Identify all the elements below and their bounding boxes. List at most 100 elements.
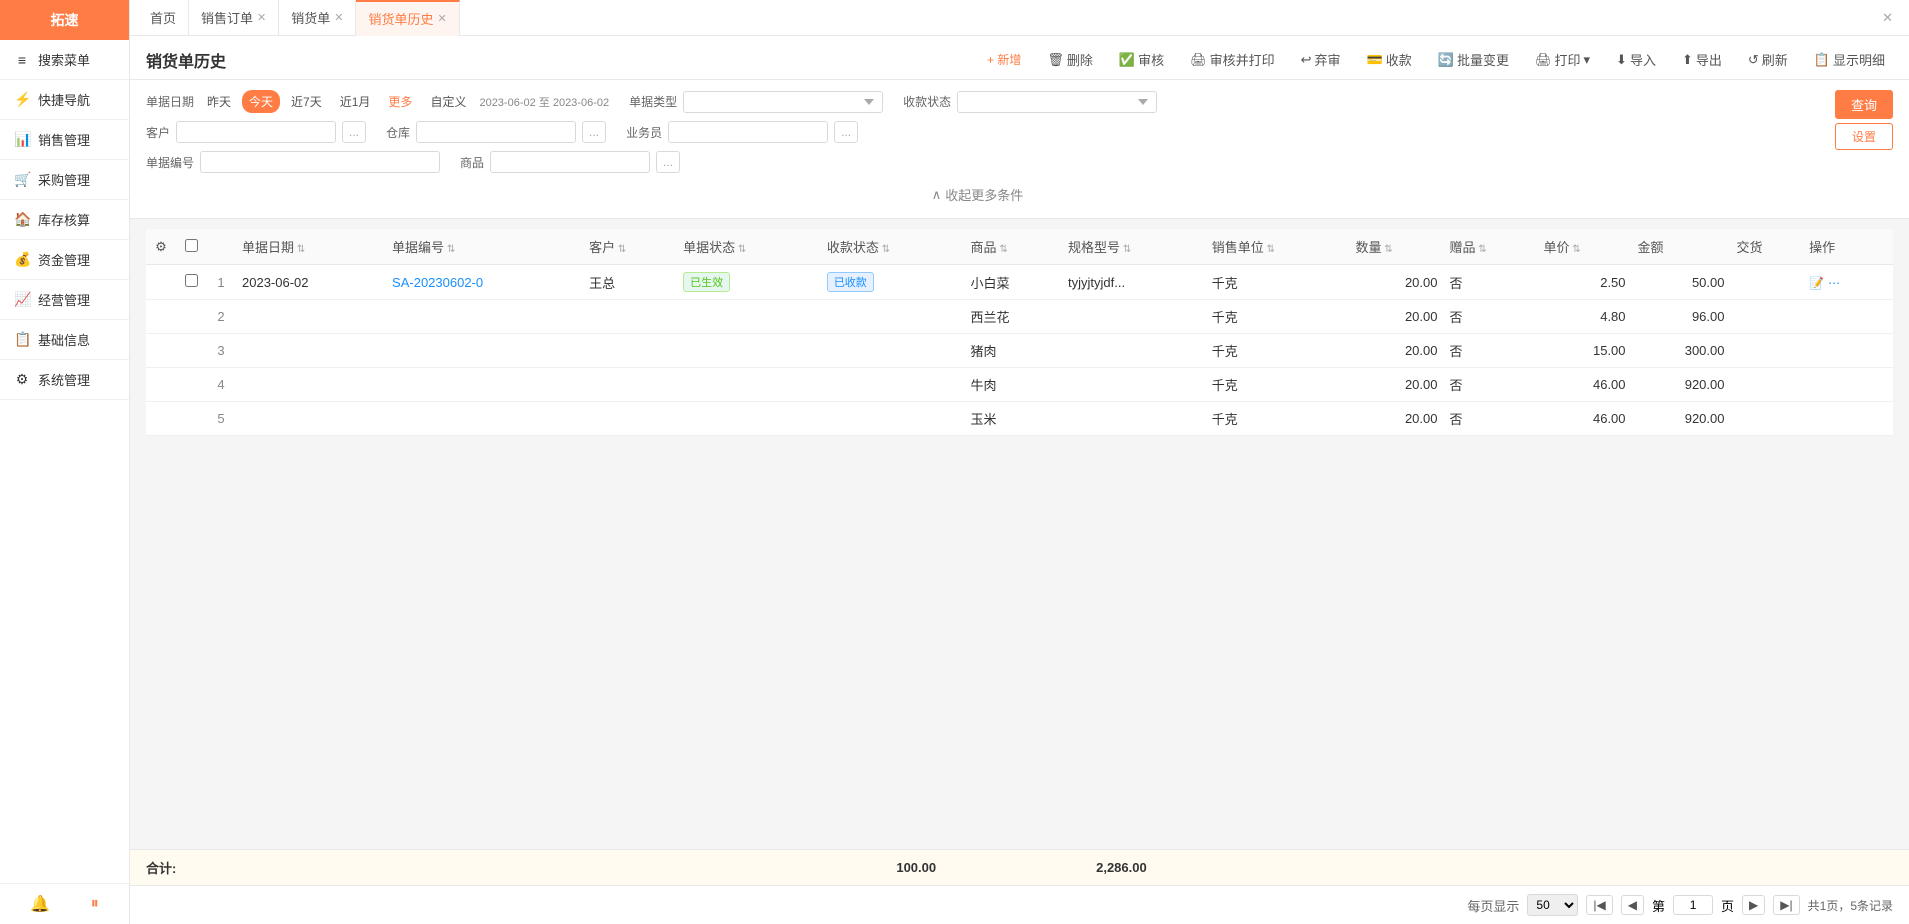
print-button[interactable]: 🖨 打印 ▾ — [1527, 46, 1598, 73]
row-checkbox[interactable] — [176, 300, 206, 334]
date-btn-1month[interactable]: 近1月 — [333, 90, 378, 113]
sidebar-item-basic-info[interactable]: 📋 基础信息 — [0, 320, 129, 360]
row-checkbox[interactable] — [176, 402, 206, 436]
col-doc-status[interactable]: 单据状态 — [677, 229, 821, 265]
sidebar-item-inventory[interactable]: 🏠 库存核算 — [0, 200, 129, 240]
row-checkbox[interactable] — [176, 265, 206, 300]
new-button[interactable]: + 新增 — [979, 47, 1029, 72]
col-unit[interactable]: 销售单位 — [1206, 229, 1350, 265]
warehouse-ellipsis[interactable]: ... — [582, 121, 606, 143]
abandon-button[interactable]: ↩ 弃审 — [1293, 46, 1349, 73]
sidebar-item-search-menu[interactable]: ≡ 搜索菜单 — [0, 40, 129, 80]
query-button[interactable]: 查询 — [1835, 90, 1893, 119]
tab-home[interactable]: 首页 — [138, 0, 189, 36]
doc-type-select[interactable] — [683, 91, 883, 113]
row-seq: 4 — [206, 368, 236, 402]
collect-button[interactable]: 💳 收款 — [1359, 46, 1420, 73]
row-collect-status: 已收款 — [821, 265, 965, 300]
prev-page-btn[interactable]: ◀ — [1621, 895, 1644, 915]
date-btn-7days[interactable]: 近7天 — [284, 90, 329, 113]
last-page-btn[interactable]: ▶| — [1773, 895, 1799, 915]
col-price[interactable]: 单价 — [1538, 229, 1632, 265]
tab-close-all[interactable]: ✕ — [1874, 10, 1901, 26]
sidebar-item-purchase-mgmt[interactable]: 🛒 采购管理 — [0, 160, 129, 200]
doc-no-link[interactable]: SA-20230602-0 — [392, 275, 483, 290]
sidebar-item-operations[interactable]: 📈 经营管理 — [0, 280, 129, 320]
tab-sales-goods[interactable]: 销货单 ✕ — [279, 0, 356, 36]
page-input[interactable] — [1673, 895, 1713, 915]
col-collect-status[interactable]: 收款状态 — [821, 229, 965, 265]
col-goods[interactable]: 商品 — [965, 229, 1063, 265]
doc-no-label: 单据编号 — [146, 154, 194, 171]
goods-ellipsis[interactable]: ... — [656, 151, 680, 173]
collect-status-select[interactable] — [957, 91, 1157, 113]
date-btn-custom[interactable]: 自定义 — [423, 90, 473, 113]
collapse-btn[interactable]: ∧ 收起更多条件 — [932, 181, 1024, 208]
doc-type-label: 单据类型 — [629, 93, 677, 110]
col-gift[interactable]: 赠品 — [1444, 229, 1538, 265]
sidebar-item-sys-mgmt[interactable]: ⚙ 系统管理 — [0, 360, 129, 400]
row-settings — [146, 265, 176, 300]
row-goods: 牛肉 — [965, 368, 1063, 402]
notification-icon[interactable]: 🔔 — [30, 894, 50, 914]
first-page-btn[interactable]: |◀ — [1586, 895, 1612, 915]
row-price: 2.50 — [1538, 265, 1632, 300]
page-size-select[interactable]: 50 100 — [1527, 894, 1578, 916]
edit-link[interactable]: 📝 — [1809, 276, 1824, 290]
show-detail-button[interactable]: 📋 显示明细 — [1806, 46, 1893, 73]
app-logo: 拓速 — [0, 0, 129, 40]
sidebar-item-quick-nav[interactable]: ⚡ 快捷导航 — [0, 80, 129, 120]
row-select[interactable] — [185, 274, 198, 287]
delete-button[interactable]: 🗑 删除 — [1039, 46, 1101, 73]
collapse-icon: ∧ — [932, 187, 942, 203]
basic-info-icon: 📋 — [14, 331, 30, 348]
salesperson-input[interactable] — [668, 121, 828, 143]
content-area: 销货单历史 + 新增 🗑 删除 ✅ 审核 🖨 审核并打印 ↩ 弃审 — [130, 36, 1909, 924]
tab-sales-history[interactable]: 销货单历史 ✕ — [356, 0, 459, 36]
sidebar-item-label: 库存核算 — [38, 210, 90, 229]
tab-sales-goods-close[interactable]: ✕ — [334, 11, 343, 24]
row-seq: 1 — [206, 265, 236, 300]
import-button[interactable]: ⬇ 导入 — [1608, 46, 1664, 73]
page-header: 销货单历史 + 新增 🗑 删除 ✅ 审核 🖨 审核并打印 ↩ 弃审 — [130, 36, 1909, 80]
more-link[interactable]: ⋯ — [1828, 276, 1840, 290]
col-customer[interactable]: 客户 — [583, 229, 677, 265]
warehouse-input[interactable] — [416, 121, 576, 143]
tab-sales-order-close[interactable]: ✕ — [257, 11, 266, 24]
col-date[interactable]: 单据日期 — [236, 229, 386, 265]
col-doc-no[interactable]: 单据编号 — [386, 229, 583, 265]
doc-no-input[interactable] — [200, 151, 440, 173]
col-settings[interactable]: ⚙ — [146, 229, 176, 265]
date-btn-more[interactable]: 更多 — [381, 90, 419, 113]
sidebar-item-finance[interactable]: 💰 资金管理 — [0, 240, 129, 280]
row-date — [236, 368, 386, 402]
salesperson-ellipsis[interactable]: ... — [834, 121, 858, 143]
tab-sales-history-close[interactable]: ✕ — [438, 12, 447, 25]
refresh-button[interactable]: ↺ 刷新 — [1740, 46, 1796, 73]
next-page-btn[interactable]: ▶ — [1742, 895, 1765, 915]
settings-icon[interactable]: ⚙ — [155, 239, 167, 254]
customer-label: 客户 — [146, 124, 170, 141]
tab-sales-order[interactable]: 销售订单 ✕ — [189, 0, 279, 36]
batch-change-button[interactable]: 🔄 批量变更 — [1430, 46, 1517, 73]
col-spec[interactable]: 规格型号 — [1062, 229, 1206, 265]
row-qty: 20.00 — [1349, 402, 1443, 436]
sidebar-item-sales-mgmt[interactable]: 📊 销售管理 — [0, 120, 129, 160]
set-button[interactable]: 设置 — [1835, 123, 1893, 150]
pause-icon[interactable]: ⏸ — [91, 895, 99, 913]
row-checkbox[interactable] — [176, 334, 206, 368]
col-qty[interactable]: 数量 — [1349, 229, 1443, 265]
date-btn-yesterday[interactable]: 昨天 — [200, 90, 238, 113]
audit-button[interactable]: ✅ 审核 — [1111, 46, 1172, 73]
audit-print-button[interactable]: 🖨 审核并打印 — [1182, 46, 1283, 73]
customer-input[interactable] — [176, 121, 336, 143]
sidebar-item-label: 系统管理 — [38, 370, 90, 389]
date-btn-today[interactable]: 今天 — [242, 90, 280, 113]
total-amount: 2,286.00 — [1096, 860, 1147, 875]
goods-input[interactable] — [490, 151, 650, 173]
export-button[interactable]: ⬆ 导出 — [1674, 46, 1730, 73]
select-all-checkbox[interactable] — [185, 239, 198, 252]
row-checkbox[interactable] — [176, 368, 206, 402]
row-action: 📝⋯ — [1803, 265, 1893, 300]
customer-ellipsis[interactable]: ... — [342, 121, 366, 143]
